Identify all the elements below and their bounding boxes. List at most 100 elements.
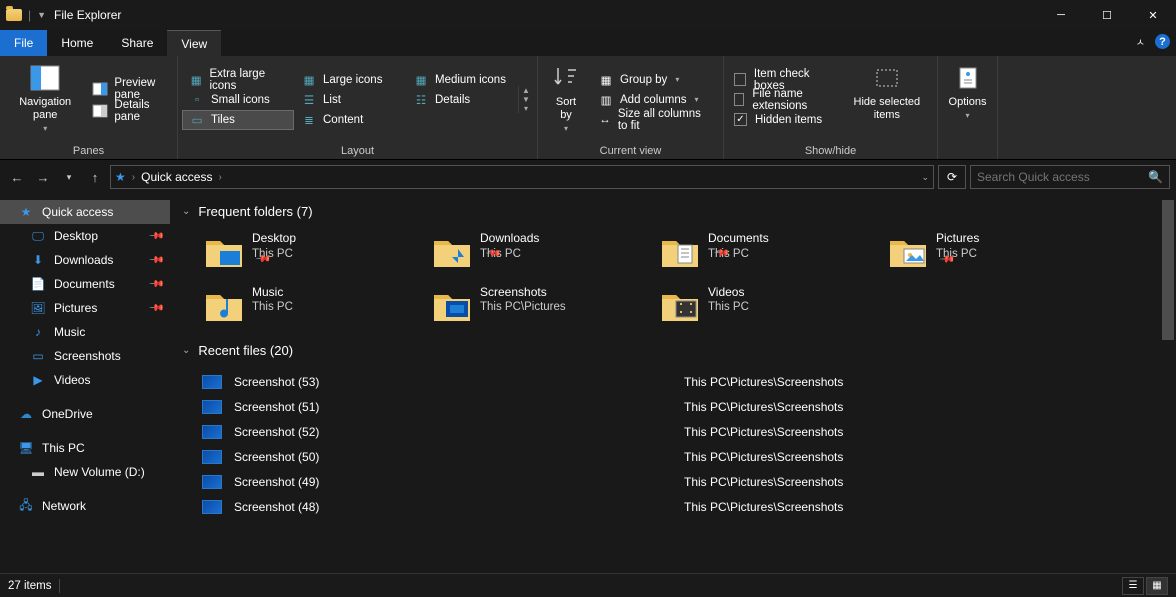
hidden-items-toggle[interactable]: Hidden items [728,110,841,130]
group-by-button[interactable]: ▦Group by▾ [590,70,719,90]
tree-this-pc[interactable]: 🖥This PC [0,436,170,460]
tree-item-documents[interactable]: 📄Documents📌 [0,272,170,296]
frequent-folders-header[interactable]: ⌄ Frequent folders (7) [182,204,1164,219]
minimize-button[interactable]: ─ [1038,0,1084,30]
sort-by-button[interactable]: Sort by▾ [542,58,590,141]
image-icon [202,475,222,489]
view-details-button[interactable]: ☰ [1122,577,1144,595]
maximize-button[interactable]: ☐ [1084,0,1130,30]
image-icon [202,425,222,439]
tree-onedrive[interactable]: ☁OneDrive [0,402,170,426]
file-extensions-toggle[interactable]: File name extensions [728,90,841,110]
navbar: ← → ▾ ↑ ★ › Quick access › ⌄ ⟳ 🔍 [0,160,1176,194]
tree-item-downloads[interactable]: ⬇Downloads📌 [0,248,170,272]
qat-dropdown-icon[interactable]: ▼ [37,10,46,20]
recent-file[interactable]: Screenshot (51)This PC\Pictures\Screensh… [202,395,1164,420]
chevron-down-icon: ⌄ [182,345,190,356]
address-bar[interactable]: ★ › Quick access › ⌄ [110,165,934,189]
back-button[interactable]: ← [6,166,28,188]
star-icon: ★ [18,204,34,220]
layout-medium-icons[interactable]: ▦Medium icons [406,70,518,90]
preview-pane-button[interactable]: Preview pane [86,79,173,99]
options-button[interactable]: Options▾ [942,58,993,141]
content-pane[interactable]: ⌄ Frequent folders (7) DesktopThis PC📌Do… [170,194,1176,573]
folder-icon: 📄 [30,276,46,292]
add-columns-button[interactable]: ▥Add columns▾ [590,90,719,110]
gallery-more-icon[interactable]: ▾ [524,104,528,113]
forward-button[interactable]: → [32,166,54,188]
folder-tile-downloads[interactable]: DownloadsThis PC📌 [430,231,650,277]
up-button[interactable]: ↑ [84,166,106,188]
gallery-down-icon[interactable]: ▼ [522,95,530,104]
layout-large-icons[interactable]: ▦Large icons [294,70,406,90]
folder-tile-music[interactable]: MusicThis PC [202,285,422,325]
pin-icon: 📌 [147,252,164,269]
folder-tile-screenshots[interactable]: ScreenshotsThis PC\Pictures [430,285,650,325]
layout-list[interactable]: ☰List [294,90,406,110]
layout-details[interactable]: ☷Details [406,90,518,110]
folder-tile-desktop[interactable]: DesktopThis PC📌 [202,231,422,277]
recent-file[interactable]: Screenshot (53)This PC\Pictures\Screensh… [202,370,1164,395]
tab-file[interactable]: File [0,30,47,56]
search-box[interactable]: 🔍 [970,165,1170,189]
recent-files-header[interactable]: ⌄ Recent files (20) [182,343,1164,358]
folder-tile-pictures[interactable]: PicturesThis PC📌 [886,231,1106,277]
folder-icon [430,285,470,325]
tree-item-music[interactable]: ♪Music [0,320,170,344]
network-icon: 🖧 [18,498,34,514]
tree-new-volume[interactable]: ▬New Volume (D:) [0,460,170,484]
recent-locations-button[interactable]: ▾ [58,166,80,188]
layout-gallery[interactable]: ▦Extra large icons▦Large icons▦Medium ic… [182,70,518,130]
folder-icon: ♪ [30,324,46,340]
layout-content[interactable]: ≣Content [294,110,406,130]
ribbon-collapse-icon[interactable]: ㅅ [1136,34,1145,49]
layout-tiles[interactable]: ▭Tiles [182,110,294,130]
group-label-panes: Panes [4,141,173,159]
folder-icon: ⬇ [30,252,46,268]
search-input[interactable] [977,170,1148,184]
item-count: 27 items [8,580,51,592]
recent-file[interactable]: Screenshot (48)This PC\Pictures\Screensh… [202,495,1164,520]
close-button[interactable]: ✕ [1130,0,1176,30]
tree-item-screenshots[interactable]: ▭Screenshots [0,344,170,368]
gallery-up-icon[interactable]: ▲ [522,86,530,95]
details-pane-button[interactable]: Details pane [86,101,173,121]
recent-file[interactable]: Screenshot (49)This PC\Pictures\Screensh… [202,470,1164,495]
scrollbar[interactable] [1160,194,1176,573]
item-checkboxes-toggle[interactable]: Item check boxes [728,70,841,90]
size-columns-button[interactable]: ↔Size all columns to fit [590,110,719,130]
layout-extra-large-icons[interactable]: ▦Extra large icons [182,70,294,90]
tree-item-desktop[interactable]: 🖵Desktop📌 [0,224,170,248]
recent-file[interactable]: Screenshot (52)This PC\Pictures\Screensh… [202,420,1164,445]
quick-access-icon: ★ [115,170,126,184]
folder-tile-documents[interactable]: DocumentsThis PC📌 [658,231,878,277]
help-icon[interactable]: ? [1155,34,1170,49]
tree-network[interactable]: 🖧Network [0,494,170,518]
layout-icon: ▭ [189,112,205,128]
tree-item-pictures[interactable]: 🖼Pictures📌 [0,296,170,320]
image-icon [202,400,222,414]
tree-quick-access[interactable]: ★Quick access [0,200,170,224]
navigation-pane-button[interactable]: Navigation pane ▾ [4,58,86,141]
breadcrumb-quick-access[interactable]: Quick access [141,170,212,184]
tab-home[interactable]: Home [47,30,107,56]
scrollbar-thumb[interactable] [1162,200,1174,340]
chevron-right-icon[interactable]: › [218,172,221,183]
navigation-tree[interactable]: ★Quick access 🖵Desktop📌⬇Downloads📌📄Docum… [0,194,170,573]
refresh-button[interactable]: ⟳ [938,165,966,189]
hide-selected-button[interactable]: Hide selected items [841,58,933,141]
pc-icon: 🖥 [18,440,34,456]
chevron-right-icon[interactable]: › [132,172,135,183]
folder-icon: 🖵 [30,228,46,244]
layout-small-icons[interactable]: ▫Small icons [182,90,294,110]
tab-share[interactable]: Share [107,30,167,56]
tree-item-videos[interactable]: ▶Videos [0,368,170,392]
address-dropdown-icon[interactable]: ⌄ [921,172,929,183]
folder-icon [886,231,926,271]
recent-file[interactable]: Screenshot (50)This PC\Pictures\Screensh… [202,445,1164,470]
folder-tile-videos[interactable]: VideosThis PC [658,285,878,325]
layout-icon: ▦ [413,72,429,88]
view-tiles-button[interactable]: ▦ [1146,577,1168,595]
tab-view[interactable]: View [167,30,221,56]
layout-icon: ☰ [301,92,317,108]
